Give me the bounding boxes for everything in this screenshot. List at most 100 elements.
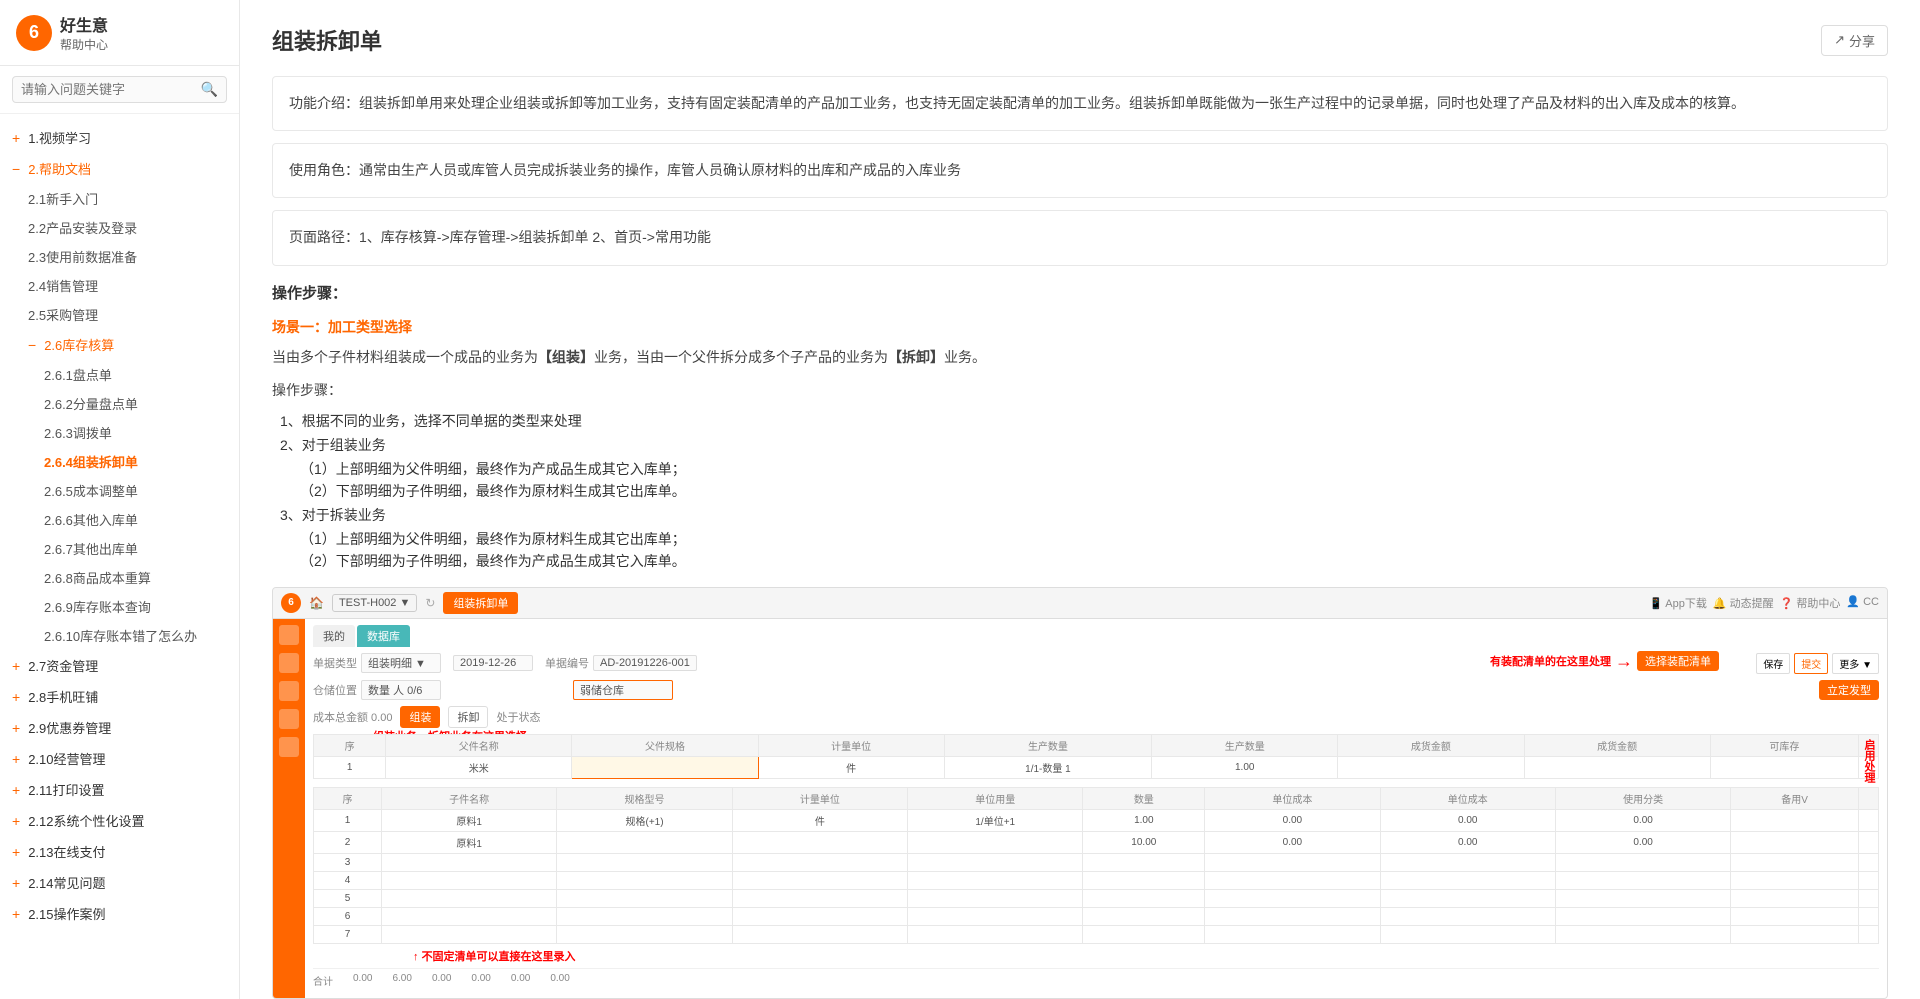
sidebar-item-cases[interactable]: + 2.15操作案例: [0, 898, 239, 929]
upper-th-seq: 序: [314, 734, 386, 756]
logo-subtitle: 帮助中心: [60, 36, 108, 53]
upper-th-amount1: 成货金额: [1338, 734, 1524, 756]
sidebar-item-cost-recalc[interactable]: 2.6.8商品成本重算: [0, 563, 239, 592]
app-mini-icon-4: [279, 709, 299, 729]
step2-1: （1）上部明细为父件明细，最终作为产成品生成其它入库单；: [300, 459, 1888, 479]
app-field-no: 单据编号 AD-20191226-001: [545, 655, 697, 671]
intro-box-2: 使用角色：通常由生产人员或库管人员完成拆装业务的操作，库管人员确认原材料的出库和…: [272, 143, 1888, 198]
sidebar-item-online-payment[interactable]: + 2.13在线支付: [0, 836, 239, 867]
app-field-location: 仓储位置 数量 人 0/6: [313, 680, 441, 700]
sidebar-item-management[interactable]: + 2.10经营管理: [0, 743, 239, 774]
sidebar-item-inventory-error[interactable]: 2.6.10库存账本错了怎么办: [0, 621, 239, 650]
screenshot-wrap: 6 🏠 TEST-H002 ▼ ↻ 组装拆卸单 📱 App下载 🔔 动态提醒 ❓…: [272, 587, 1888, 999]
sidebar: 6 好生意 帮助中心 🔍 + 1.视频学习 − 2.帮助文档 2.1新手入门 2…: [0, 0, 240, 999]
sidebar-item-other-in[interactable]: 2.6.6其他入库单: [0, 505, 239, 534]
app-type-assemble[interactable]: 组装: [400, 706, 440, 728]
app-tab-data[interactable]: 数据库: [357, 625, 410, 647]
steps-list: 1、根据不同的业务，选择不同单据的类型来处理 2、对于组装业务 （1）上部明细为…: [280, 411, 1888, 571]
sidebar-item-print[interactable]: + 2.11打印设置: [0, 774, 239, 805]
page-title-bar: 组装拆卸单 ↗ 分享: [272, 24, 1888, 56]
expand-icon: +: [12, 130, 20, 146]
logo-icon: 6: [16, 15, 52, 51]
bom-button[interactable]: 选择装配清单: [1637, 651, 1719, 671]
sidebar-item-assembly[interactable]: 2.6.4组装拆卸单: [0, 447, 239, 476]
sidebar-item-finance[interactable]: + 2.7资金管理: [0, 650, 239, 681]
search-wrap[interactable]: 🔍: [12, 76, 227, 103]
step3: 3、对于拆装业务: [280, 505, 1888, 525]
sidebar-item-coupon[interactable]: + 2.9优惠券管理: [0, 712, 239, 743]
annotation-bom: 有装配清单的在这里处理 → 选择装配清单: [1490, 651, 1719, 672]
upper-th-qty2: 生产数量: [1152, 734, 1338, 756]
scene1-title: 场景一：加工类型选择: [272, 317, 1888, 337]
sidebar-item-inventory-query[interactable]: 2.6.9库存账本查询: [0, 592, 239, 621]
app-field-date: 2019-12-26: [453, 655, 533, 671]
app-content-inner: 我的 数据库 单据类型 组装明细 ▼ 2019-12-26 单据编: [305, 619, 1887, 998]
sidebar-item-other-out[interactable]: 2.6.7其他出库单: [0, 534, 239, 563]
page-title: 组装拆卸单: [272, 24, 382, 56]
sidebar-item-sales[interactable]: 2.4销售管理: [0, 271, 239, 300]
lower-th-seq: 序: [314, 787, 382, 809]
steps-title: 操作步骤：: [272, 282, 1888, 303]
upper-th-parent-spec: 父件规格: [572, 734, 758, 756]
sidebar-item-transfer[interactable]: 2.6.3调拨单: [0, 418, 239, 447]
collapse-icon: −: [12, 161, 20, 177]
lower-table-row-1: 1 原料1 规格(+1) 件 1/单位+1 1.00 0.00 0.00 0.0…: [314, 809, 1879, 831]
lower-table-row-4: 4: [314, 871, 1879, 889]
lower-th-per-unit: 单位用量: [908, 787, 1083, 809]
step2: 2、对于组装业务: [280, 435, 1888, 455]
app-type-row-wrap: 成本总金额 0.00 组装 拆卸 处于状态 组装业务、拆卸业务在这里选择: [313, 706, 1879, 728]
main-content: 组装拆卸单 ↗ 分享 功能介绍：组装拆卸单用来处理企业组装或拆卸等加工业务，支持…: [240, 0, 1920, 999]
search-bar: 🔍: [0, 66, 239, 114]
app-type-disassemble[interactable]: 拆卸: [448, 706, 488, 728]
upper-table-wrap: 序 父件名称 父件规格 计量单位 生产数量 生产数量 成货金额 成货金额 可库存: [313, 734, 1879, 779]
sidebar-item-help-docs[interactable]: − 2.帮助文档: [0, 153, 239, 184]
app-apply-btn-wrap: 立定发型: [1819, 680, 1879, 700]
app-apply-button[interactable]: 立定发型: [1819, 680, 1879, 700]
search-input[interactable]: [21, 82, 201, 97]
lower-table: 序 子件名称 规格型号 计量单位 单位用量 数量 单位成本 单位成本 使用分类: [313, 787, 1879, 944]
sidebar-item-purchase[interactable]: 2.5采购管理: [0, 300, 239, 329]
lower-th-extra: 备用V: [1731, 787, 1859, 809]
sidebar-item-personalize[interactable]: + 2.12系统个性化设置: [0, 805, 239, 836]
app-more-btn[interactable]: 更多 ▼: [1832, 653, 1879, 674]
search-icon[interactable]: 🔍: [201, 81, 218, 98]
upper-th-stock: 可库存: [1710, 734, 1858, 756]
lower-table-wrap: 序 子件名称 规格型号 计量单位 单位用量 数量 单位成本 单位成本 使用分类: [313, 787, 1879, 944]
sidebar-item-cost-adjust[interactable]: 2.6.5成本调整单: [0, 476, 239, 505]
nav-list: + 1.视频学习 − 2.帮助文档 2.1新手入门 2.2产品安装及登录 2.3…: [0, 114, 239, 999]
app-save-btn[interactable]: 保存: [1756, 653, 1790, 674]
sidebar-item-batch-stocktake[interactable]: 2.6.2分量盘点单: [0, 389, 239, 418]
sidebar-item-inventory[interactable]: − 2.6库存核算: [0, 329, 239, 360]
app-field-type: 单据类型 组装明细 ▼: [313, 653, 441, 673]
app-org-select[interactable]: TEST-H002 ▼: [332, 594, 417, 612]
sidebar-item-stocktake[interactable]: 2.6.1盘点单: [0, 360, 239, 389]
app-tab-mine[interactable]: 我的: [313, 625, 355, 647]
app-submit-btn[interactable]: 提交: [1794, 653, 1828, 674]
share-button[interactable]: ↗ 分享: [1821, 25, 1888, 56]
app-top-actions: 保存 提交 更多 ▼: [1756, 653, 1879, 674]
collapse-sub-icon: −: [28, 337, 36, 353]
lower-table-row-6: 6: [314, 907, 1879, 925]
app-mini-sidebar: [273, 619, 305, 998]
sidebar-item-new-user[interactable]: 2.1新手入门: [0, 184, 239, 213]
upper-th-parent-name: 父件名称: [386, 734, 572, 756]
step3-2: （2）下部明细为子件明细，最终作为产成品生成其它入库单。: [300, 551, 1888, 571]
lower-th-actions: [1859, 787, 1879, 809]
app-location-annotate: 弱储仓库: [573, 680, 673, 700]
lower-table-row-7: 7: [314, 925, 1879, 943]
sidebar-item-video-learning[interactable]: + 1.视频学习: [0, 122, 239, 153]
lower-th-spec: 规格型号: [557, 787, 732, 809]
app-icons-right: 📱 App下载 🔔 动态提醒 ❓ 帮助中心 👤 CC: [1649, 595, 1879, 611]
sidebar-item-faq[interactable]: + 2.14常见问题: [0, 867, 239, 898]
upper-th-qty1: 生产数量: [944, 734, 1151, 756]
upper-table: 序 父件名称 父件规格 计量单位 生产数量 生产数量 成货金额 成货金额 可库存: [313, 734, 1879, 779]
step1: 1、根据不同的业务，选择不同单据的类型来处理: [280, 411, 1888, 431]
scene1-desc: 当由多个子件材料组装成一个成品的业务为【组装】业务，当由一个父件拆分成多个子产品…: [272, 345, 1888, 370]
annotation-enable: 启用处理: [1861, 739, 1877, 783]
sidebar-item-install-login[interactable]: 2.2产品安装及登录: [0, 213, 239, 242]
arrow-icon-right: →: [1615, 651, 1633, 672]
sidebar-item-data-prep[interactable]: 2.3使用前数据准备: [0, 242, 239, 271]
sidebar-item-mobile[interactable]: + 2.8手机旺铺: [0, 681, 239, 712]
logo-name: 好生意: [60, 12, 108, 36]
app-new-bill-btn[interactable]: 组装拆卸单: [443, 592, 518, 614]
